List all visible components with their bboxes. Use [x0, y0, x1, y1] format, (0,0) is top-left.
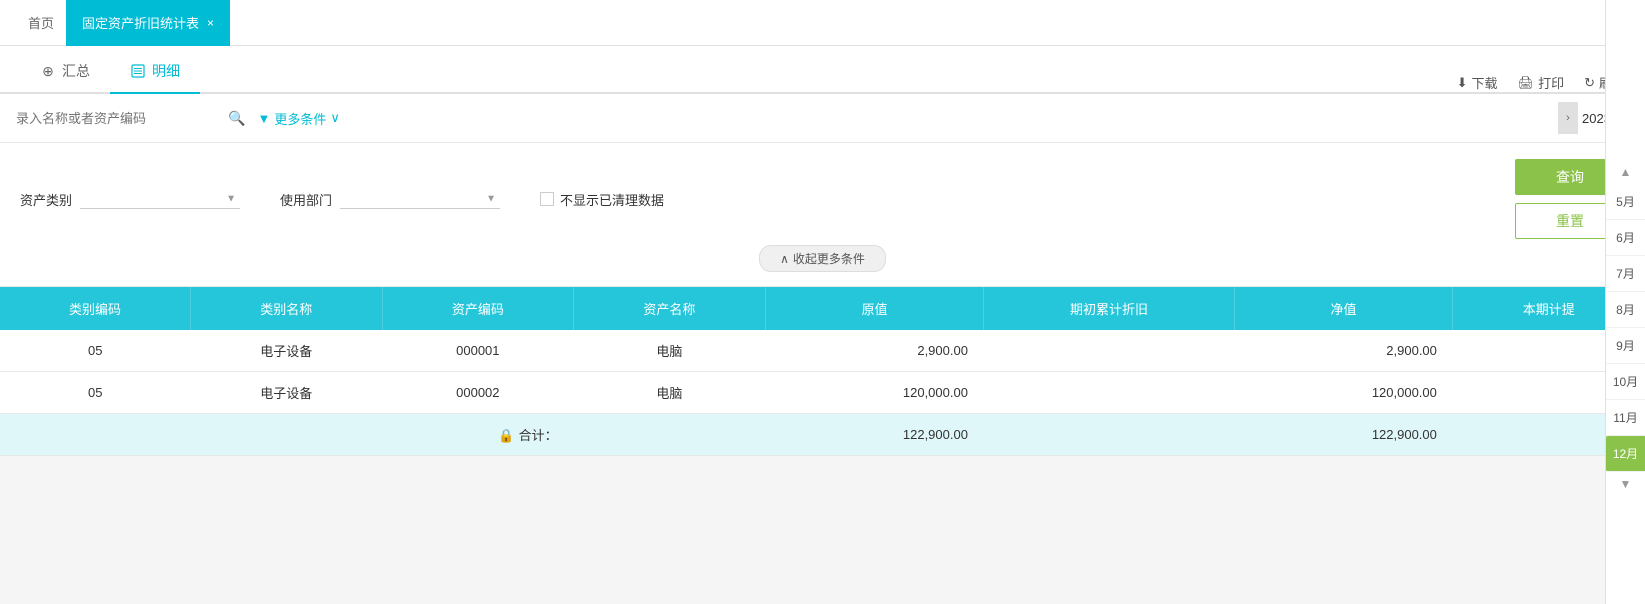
- search-input[interactable]: [16, 111, 216, 126]
- checkbox-icon: [540, 192, 554, 206]
- cell-asset-name: 电脑: [574, 372, 766, 414]
- scroll-down-icon[interactable]: ▼: [1606, 472, 1645, 496]
- month-item[interactable]: 9月: [1606, 328, 1645, 364]
- cell-asset-code: 000001: [382, 330, 574, 372]
- cell-category-code: 05: [0, 372, 190, 414]
- download-icon: ⬇: [1457, 75, 1468, 91]
- print-icon: 🖨: [1518, 75, 1535, 91]
- collapse-button[interactable]: ∧ 收起更多条件: [759, 245, 886, 272]
- collapse-icon: ∧: [780, 252, 789, 266]
- table-wrap: 类别编码 类别名称 资产编码 资产名称 原值 期初累计折旧 净值 本期计提 05…: [0, 287, 1645, 604]
- sub-tabs-bar: ⊕ 汇总 明细 ⬇ 下载 🖨 打印 ↻ 刷新: [0, 46, 1645, 94]
- total-net-value: 122,900.00: [1234, 414, 1453, 456]
- cell-original-value: 2,900.00: [765, 330, 984, 372]
- month-item[interactable]: 10月: [1606, 364, 1645, 400]
- month-item[interactable]: 11月: [1606, 400, 1645, 436]
- data-table: 类别编码 类别名称 资产编码 资产名称 原值 期初累计折旧 净值 本期计提 05…: [0, 287, 1645, 456]
- collapse-bar: ∧ 收起更多条件: [20, 239, 1625, 278]
- summary-icon: ⊕: [40, 63, 56, 79]
- hide-cleared-checkbox[interactable]: 不显示已清理数据: [540, 190, 664, 209]
- asset-category-select[interactable]: [80, 189, 240, 209]
- col-category-code: 类别编码: [0, 287, 190, 330]
- cell-asset-name: 电脑: [574, 330, 766, 372]
- refresh-icon: ↻: [1584, 75, 1595, 91]
- total-initial-depreciation: [984, 414, 1234, 456]
- tab-summary-label: 汇总: [62, 61, 90, 81]
- toolbar-right: ⬇ 下载 🖨 打印 ↻ 刷新: [1457, 73, 1625, 92]
- col-initial-depreciation: 期初累计折旧: [984, 287, 1234, 330]
- tab-summary[interactable]: ⊕ 汇总: [20, 50, 110, 94]
- tab-detail[interactable]: 明细: [110, 50, 200, 94]
- cell-category-name: 电子设备: [190, 372, 382, 414]
- cell-category-name: 电子设备: [190, 330, 382, 372]
- total-icon: 🔒: [498, 428, 514, 443]
- total-asset-name: [574, 414, 766, 456]
- department-filter: 使用部门: [280, 189, 500, 209]
- print-button[interactable]: 🖨 打印: [1518, 73, 1565, 92]
- cell-asset-code: 000002: [382, 372, 574, 414]
- download-button[interactable]: ⬇ 下载: [1457, 73, 1498, 92]
- table-body: 05 电子设备 000001 电脑 2,900.00 2,900.00 05 电…: [0, 330, 1645, 456]
- col-asset-code: 资产编码: [382, 287, 574, 330]
- cell-initial-depreciation: [984, 330, 1234, 372]
- table-row: 05 电子设备 000002 电脑 120,000.00 120,000.00: [0, 372, 1645, 414]
- active-tab-label: 固定资产折旧统计表: [82, 13, 199, 32]
- hide-cleared-label: 不显示已清理数据: [560, 190, 664, 209]
- month-item[interactable]: 5月: [1606, 184, 1645, 220]
- more-filter-button[interactable]: ▼ 更多条件 ∨: [257, 109, 339, 128]
- col-category-name: 类别名称: [190, 287, 382, 330]
- close-tab-icon[interactable]: ×: [207, 16, 214, 30]
- scroll-up-icon[interactable]: ▲: [1606, 160, 1645, 184]
- col-net-value: 净值: [1234, 287, 1453, 330]
- col-asset-name: 资产名称: [574, 287, 766, 330]
- filter-icon: ▼: [257, 111, 270, 126]
- right-sidebar: ▲ 5月6月7月8月9月10月11月12月 ▼: [1605, 0, 1645, 604]
- search-icon: 🔍: [228, 110, 245, 127]
- active-tab: 固定资产折旧统计表 ×: [66, 0, 230, 46]
- filter-area: 资产类别 使用部门 不显示已清理数据 查询 重置 ∧: [0, 143, 1645, 287]
- month-item[interactable]: 8月: [1606, 292, 1645, 328]
- month-list: 5月6月7月8月9月10月11月12月: [1606, 184, 1645, 472]
- top-nav: 首页 固定资产折旧统计表 × ×: [0, 0, 1645, 46]
- cell-net-value: 120,000.00: [1234, 372, 1453, 414]
- month-item[interactable]: 6月: [1606, 220, 1645, 256]
- detail-icon: [130, 63, 146, 79]
- month-item[interactable]: 12月: [1606, 436, 1645, 472]
- cell-net-value: 2,900.00: [1234, 330, 1453, 372]
- department-label: 使用部门: [280, 190, 332, 209]
- table-header-row: 类别编码 类别名称 资产编码 资产名称 原值 期初累计折旧 净值 本期计提: [0, 287, 1645, 330]
- total-row: 🔒合计： 122,900.00 122,900.00: [0, 414, 1645, 456]
- cell-original-value: 120,000.00: [765, 372, 984, 414]
- table-row: 05 电子设备 000001 电脑 2,900.00 2,900.00: [0, 330, 1645, 372]
- asset-category-filter: 资产类别: [20, 189, 240, 209]
- tab-detail-label: 明细: [152, 61, 180, 81]
- col-original-value: 原值: [765, 287, 984, 330]
- asset-category-label: 资产类别: [20, 190, 72, 209]
- total-original-value: 122,900.00: [765, 414, 984, 456]
- chevron-down-icon: ∨: [330, 110, 340, 126]
- cell-category-code: 05: [0, 330, 190, 372]
- search-bar: 🔍 ▼ 更多条件 ∨ › 2023.01: [0, 94, 1645, 143]
- department-select[interactable]: [340, 189, 500, 209]
- total-label: 🔒合计：: [0, 414, 574, 456]
- home-tab[interactable]: 首页: [16, 13, 66, 32]
- cell-initial-depreciation: [984, 372, 1234, 414]
- date-nav-arrow[interactable]: ›: [1558, 102, 1578, 134]
- filter-row: 资产类别 使用部门 不显示已清理数据 查询 重置: [20, 159, 1625, 239]
- month-item[interactable]: 7月: [1606, 256, 1645, 292]
